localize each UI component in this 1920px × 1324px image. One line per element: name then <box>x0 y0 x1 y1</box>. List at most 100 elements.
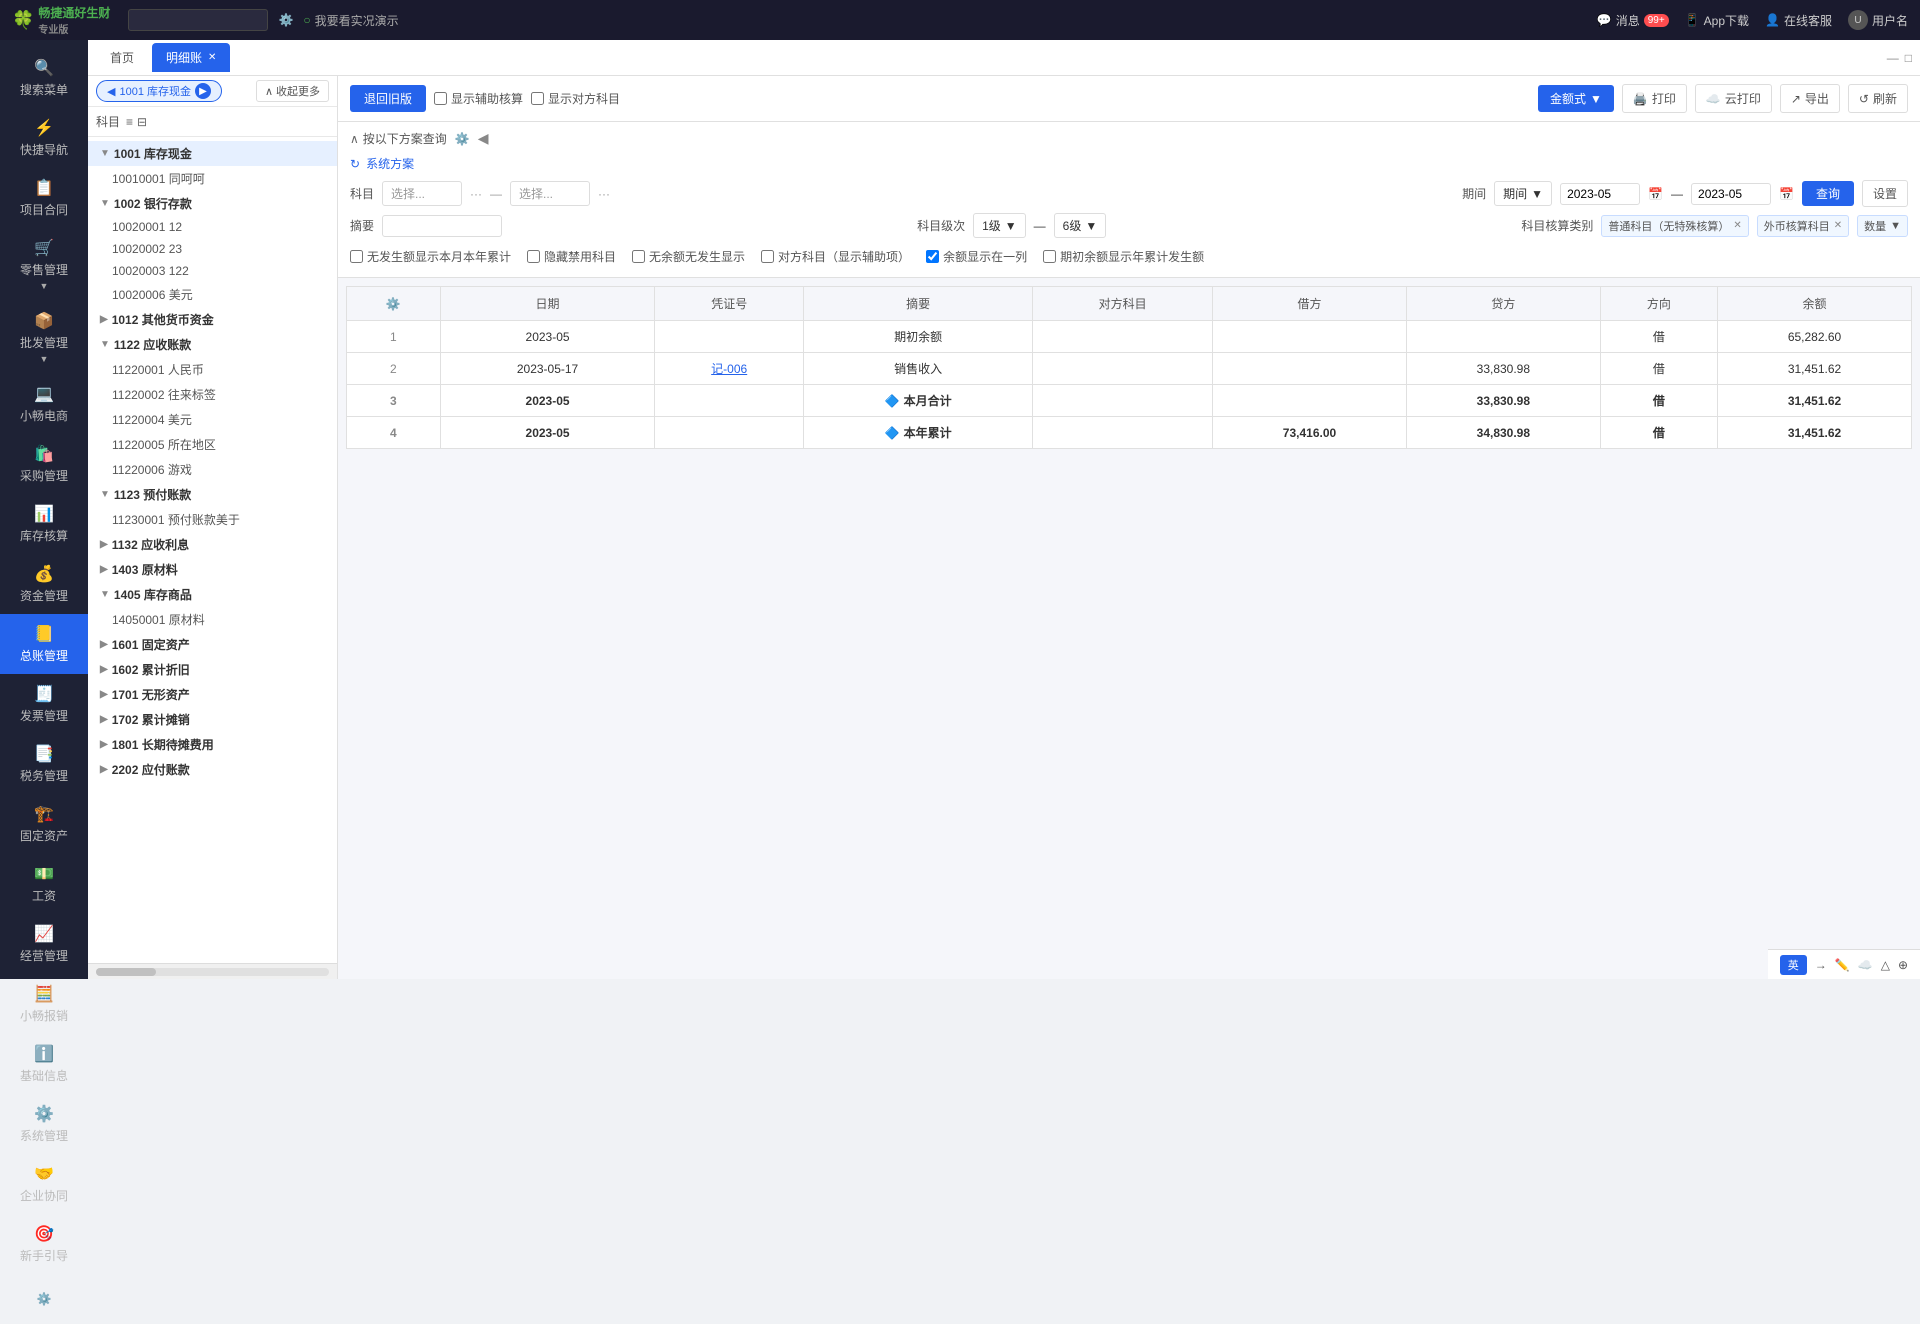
level-end-select[interactable]: 6级 ▼ <box>1054 213 1107 238</box>
cb-init-balance-input[interactable] <box>1043 250 1056 263</box>
sidebar-item-wholesale[interactable]: 📦 批发管理 ▼ <box>0 301 88 374</box>
tree-item-10020002[interactable]: 10020002 23 <box>88 238 337 260</box>
cb-no-balance[interactable]: 无发生额显示本月本年累计 <box>350 248 511 265</box>
tree-item-1602[interactable]: ▶ 1602 累计折旧 <box>88 657 337 682</box>
selected-account-badge[interactable]: ◀ 1001 库存现金 ▶ <box>96 80 222 102</box>
tree-item-11220006[interactable]: 11220006 游戏 <box>88 457 337 482</box>
cb-no-balance-input[interactable] <box>350 250 363 263</box>
tree-item-10020006[interactable]: 10020006 美元 <box>88 282 337 307</box>
sidebar-settings-btn[interactable]: ⚙️ <box>33 1282 56 1316</box>
arrow-btn[interactable]: → <box>1815 958 1827 972</box>
tree-item-11220002[interactable]: 11220002 往来标签 <box>88 382 337 407</box>
tree-scroll-thumb[interactable] <box>96 968 156 976</box>
sidebar-item-management[interactable]: 📈 经营管理 <box>0 914 88 974</box>
upload-icon[interactable]: △ <box>1881 958 1890 972</box>
cb-no-amount[interactable]: 无余额无发生显示 <box>632 248 745 265</box>
tab-close-icon[interactable]: ✕ <box>208 52 216 63</box>
tree-item-11220005[interactable]: 11220005 所在地区 <box>88 432 337 457</box>
subject-end-input[interactable]: 选择... <box>510 181 590 206</box>
sidebar-item-tax[interactable]: 📑 税务管理 <box>0 734 88 794</box>
cb-balance-col-input[interactable] <box>926 250 939 263</box>
th-settings[interactable]: ⚙️ <box>347 287 441 321</box>
cb-no-amount-input[interactable] <box>632 250 645 263</box>
more-btn[interactable]: ∧ 收起更多 <box>256 80 329 102</box>
tab-home[interactable]: 首页 <box>96 43 148 72</box>
tree-item-10020001[interactable]: 10020001 12 <box>88 216 337 238</box>
sidebar-item-inventory[interactable]: 📊 库存核算 <box>0 494 88 554</box>
row-voucher[interactable]: 记-006 <box>655 353 804 385</box>
tree-item-11230001[interactable]: 11230001 预付账款美于 <box>88 507 337 532</box>
top-search-input[interactable] <box>128 9 268 31</box>
cb-balance-col[interactable]: 余额显示在一列 <box>926 248 1027 265</box>
settings-icon[interactable]: ⚙️ <box>278 13 293 27</box>
tree-hscroll[interactable] <box>88 963 337 979</box>
cb-contra-input[interactable] <box>761 250 774 263</box>
refresh-btn[interactable]: ↺ 刷新 <box>1848 84 1908 113</box>
filter-settings-icon[interactable]: ⚙️ <box>455 132 470 146</box>
sidebar-item-ledger[interactable]: 📒 总账管理 <box>0 614 88 674</box>
summary-input[interactable] <box>382 215 502 237</box>
print-btn[interactable]: 🖨️ 打印 <box>1622 84 1687 113</box>
sidebar-item-purchase[interactable]: 🛍️ 采购管理 <box>0 434 88 494</box>
filter-tag-quantity-dropdown[interactable]: ▼ <box>1890 220 1901 232</box>
calendar-start-icon[interactable]: 📅 <box>1648 187 1663 201</box>
calendar-end-icon[interactable]: 📅 <box>1779 187 1794 201</box>
tree-item-1002[interactable]: ▼ 1002 银行存款 <box>88 191 337 216</box>
add-icon[interactable]: ⊕ <box>1898 958 1908 972</box>
tree-item-1012[interactable]: ▶ 1012 其他货币资金 <box>88 307 337 332</box>
sidebar-item-expense[interactable]: 🧮 小畅报销 <box>0 974 88 1034</box>
tree-item-1123[interactable]: ▼ 1123 预付账款 <box>88 482 337 507</box>
tree-item-1801[interactable]: ▶ 1801 长期待摊费用 <box>88 732 337 757</box>
message-btn[interactable]: 💬 消息 99+ <box>1597 12 1669 29</box>
sidebar-item-search[interactable]: 🔍 搜索菜单 <box>0 48 88 108</box>
period-start-input[interactable] <box>1560 183 1640 205</box>
filter-tag-foreign-close[interactable]: ✕ <box>1834 220 1842 231</box>
period-end-input[interactable] <box>1691 183 1771 205</box>
sidebar-item-payroll[interactable]: 💵 工资 <box>0 854 88 914</box>
sidebar-item-invoice[interactable]: 🧾 发票管理 <box>0 674 88 734</box>
tree-item-1122[interactable]: ▼ 1122 应收账款 <box>88 332 337 357</box>
app-download-btn[interactable]: 📱 App下载 <box>1685 12 1749 29</box>
tree-item-1601[interactable]: ▶ 1601 固定资产 <box>88 632 337 657</box>
sidebar-item-collab[interactable]: 🤝 企业协同 <box>0 1154 88 1214</box>
export-btn[interactable]: ↗ 导出 <box>1780 84 1840 113</box>
sidebar-item-system[interactable]: ⚙️ 系统管理 <box>0 1094 88 1154</box>
period-type-select[interactable]: 期间 ▼ <box>1494 181 1552 206</box>
filter-tag-normal-close[interactable]: ✕ <box>1733 220 1741 231</box>
expand-account-btn[interactable]: ▶ <box>195 83 211 99</box>
tree-item-11220004[interactable]: 11220004 美元 <box>88 407 337 432</box>
tab-detail[interactable]: 明细账 ✕ <box>152 43 230 72</box>
sidebar-item-base-info[interactable]: ℹ️ 基础信息 <box>0 1034 88 1094</box>
tree-item-10010001[interactable]: 10010001 同呵呵 <box>88 166 337 191</box>
tree-item-1701[interactable]: ▶ 1701 无形资产 <box>88 682 337 707</box>
tree-item-14050001[interactable]: 14050001 原材料 <box>88 607 337 632</box>
sidebar-settings[interactable]: ⚙️ <box>33 1274 56 1324</box>
tree-item-1001[interactable]: ▼ 1001 库存现金 <box>88 141 337 166</box>
cb-hide-disabled[interactable]: 隐藏禁用科目 <box>527 248 616 265</box>
demo-link[interactable]: ○ 我要看实况演示 <box>303 12 398 29</box>
level-start-select[interactable]: 1级 ▼ <box>973 213 1026 238</box>
cloud-icon[interactable]: ☁️ <box>1858 958 1873 972</box>
sidebar-item-funds[interactable]: 💰 资金管理 <box>0 554 88 614</box>
tree-item-1132[interactable]: ▶ 1132 应收利息 <box>88 532 337 557</box>
show-aux-checkbox[interactable]: 显示辅助核算 <box>434 90 523 107</box>
tree-item-1405[interactable]: ▼ 1405 库存商品 <box>88 582 337 607</box>
query-btn[interactable]: 查询 <box>1802 181 1854 206</box>
user-avatar[interactable]: U 用户名 <box>1848 10 1908 30</box>
tab-minimize-icon[interactable]: — <box>1887 51 1899 65</box>
sidebar-item-ecommerce[interactable]: 💻 小畅电商 <box>0 374 88 434</box>
tree-expand-all-btn[interactable]: ≡ <box>126 115 133 129</box>
lang-btn[interactable]: 英 <box>1780 955 1807 975</box>
tree-item-11220001[interactable]: 11220001 人民币 <box>88 357 337 382</box>
cb-contra[interactable]: 对方科目（显示辅助项） <box>761 248 910 265</box>
show-contra-input[interactable] <box>531 92 544 105</box>
table-settings-icon[interactable]: ⚙️ <box>386 297 401 311</box>
format-btn[interactable]: 金额式 ▼ <box>1538 85 1614 112</box>
edit-icon[interactable]: ✏️ <box>1835 958 1850 972</box>
tree-item-2202[interactable]: ▶ 2202 应付账款 <box>88 757 337 782</box>
sidebar-item-project[interactable]: 📋 项目合同 <box>0 168 88 228</box>
tree-item-1702[interactable]: ▶ 1702 累计摊销 <box>88 707 337 732</box>
tab-maximize-icon[interactable]: □ <box>1905 51 1912 65</box>
sidebar-item-fixed-assets[interactable]: 🏗️ 固定资产 <box>0 794 88 854</box>
return-old-btn[interactable]: 退回旧版 <box>350 85 426 112</box>
